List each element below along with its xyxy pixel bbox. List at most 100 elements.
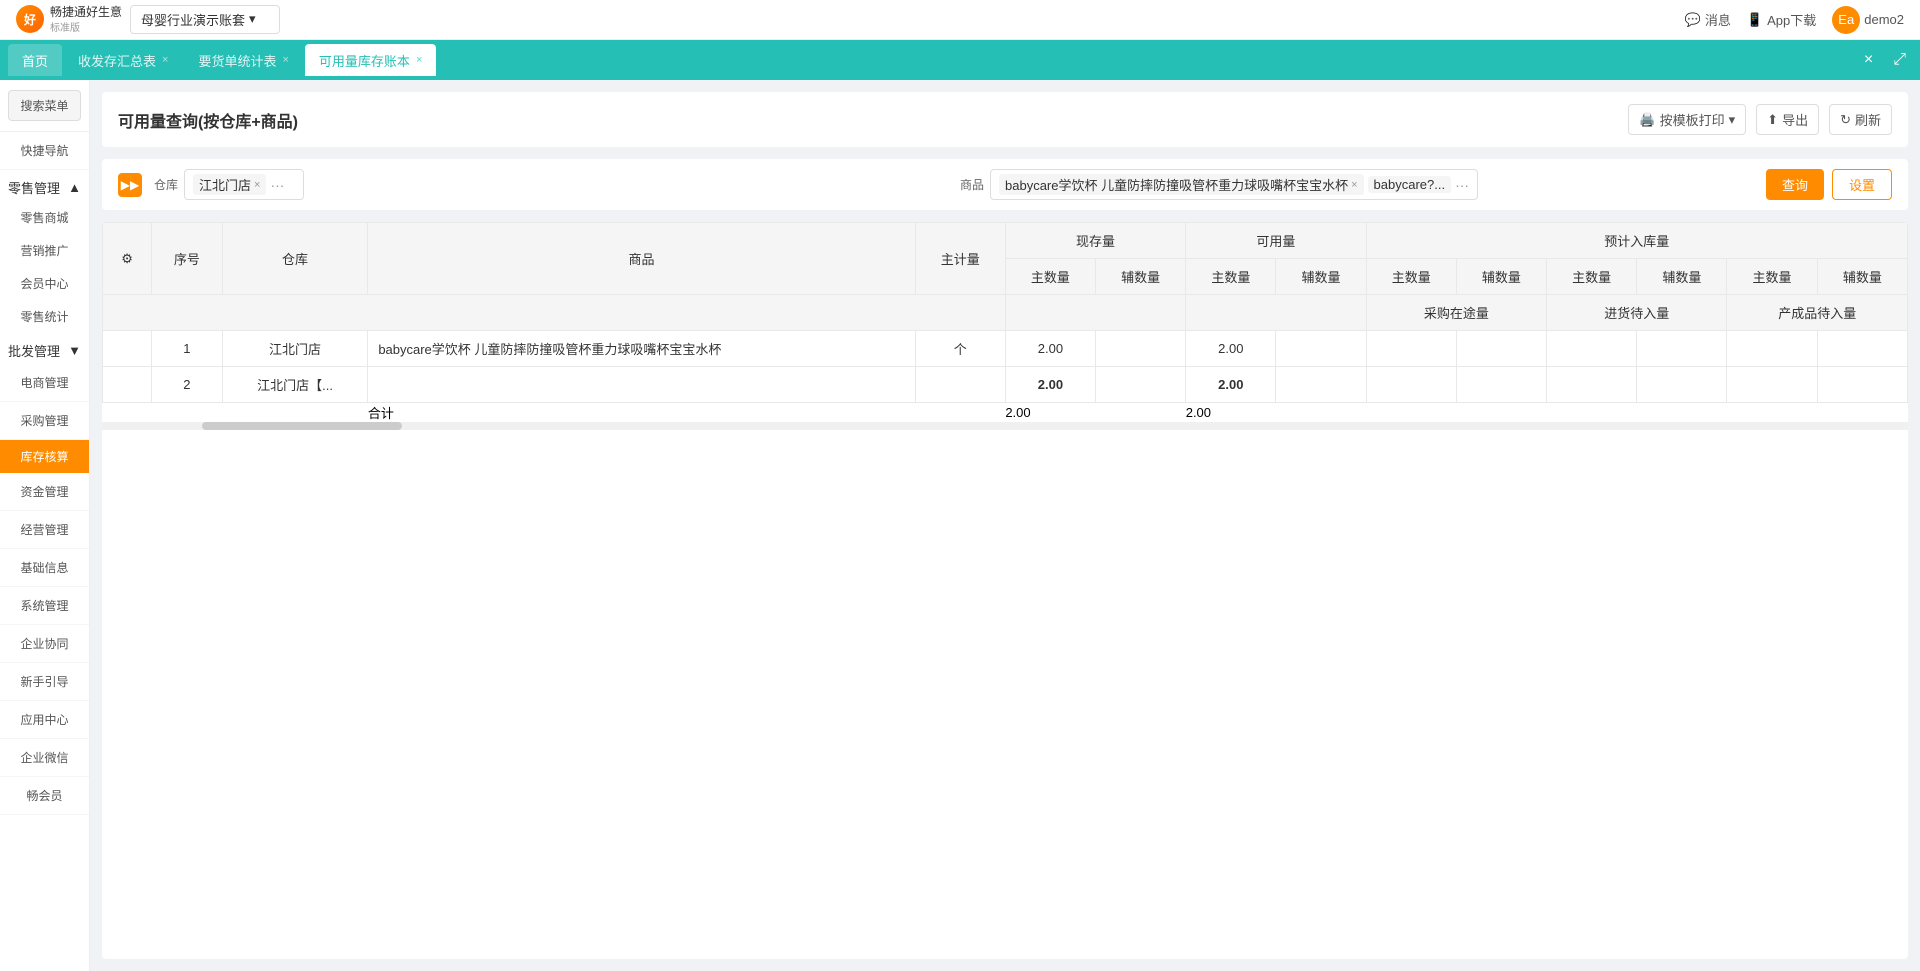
sidebar-item-system[interactable]: 系统管理 <box>0 587 89 625</box>
cell-stock-aux-2 <box>1096 367 1186 403</box>
sidebar-item-finance[interactable]: 资金管理 <box>0 473 89 511</box>
sidebar-item-purchase[interactable]: 采购管理 <box>0 402 89 440</box>
tab-inventory[interactable]: 可用量库存账本 × <box>305 44 436 76</box>
logo-sub: 标准版 <box>50 19 122 34</box>
sidebar-item-ecommerce[interactable]: 电商管理 <box>0 364 89 402</box>
th-product: 商品 <box>368 223 915 295</box>
filter-buttons: 查询 设置 <box>1766 169 1892 200</box>
sidebar-item-retail-mall[interactable]: 零售商城 <box>0 201 89 234</box>
sidebar-section-retail-label: 零售管理 <box>8 178 60 197</box>
user-area[interactable]: Ea demo2 <box>1832 6 1904 34</box>
cell-unit-2 <box>915 367 1005 403</box>
th-sub-stock <box>1005 295 1185 331</box>
top-header: 好 畅捷通好生意 标准版 母婴行业演示账套 ▾ 💬 消息 📱 App下载 Ea … <box>0 0 1920 40</box>
print-label: 按模板打印 <box>1660 110 1725 129</box>
header-right: 💬 消息 📱 App下载 Ea demo2 <box>1685 6 1904 34</box>
app-download-button[interactable]: 📱 App下载 <box>1747 10 1816 29</box>
message-button[interactable]: 💬 消息 <box>1685 10 1731 29</box>
sidebar-item-quick-nav[interactable]: 快捷导航 <box>0 132 89 170</box>
cell-settings <box>103 331 152 367</box>
search-menu-button[interactable]: 搜索菜单 <box>8 90 81 121</box>
export-button[interactable]: ⬆ 导出 <box>1756 104 1819 135</box>
product-tag-1: babycare学饮杯 儿童防摔防撞吸管杯重力球吸嘴杯宝宝水杯 × <box>999 174 1364 195</box>
tab-home[interactable]: 首页 <box>8 44 62 76</box>
warehouse-filter-label: 仓库 <box>154 176 178 193</box>
total-available-main: 2.00 <box>1186 403 1276 423</box>
sidebar-item-member[interactable]: 畅会员 <box>0 777 89 815</box>
sidebar-item-operations[interactable]: 经营管理 <box>0 511 89 549</box>
th-stock-main: 主数量 <box>1005 259 1095 295</box>
cell-index-2: 2 <box>152 367 223 403</box>
refresh-button[interactable]: ↻ 刷新 <box>1829 104 1892 135</box>
filter-warehouse-group: 仓库 江北门店 × ··· <box>154 169 948 200</box>
header-left: 好 畅捷通好生意 标准版 母婴行业演示账套 ▾ <box>16 5 280 34</box>
cell-production-main-2 <box>1727 367 1817 403</box>
page-content: 可用量查询(按仓库+商品) 🖨️ 按模板打印 ▾ ⬆ 导出 ↻ 刷新 <box>90 80 1920 971</box>
industry-label: 母婴行业演示账套 <box>141 10 245 29</box>
sidebar-item-members[interactable]: 会员中心 <box>0 267 89 300</box>
warehouse-tag-text: 江北门店 <box>199 175 251 194</box>
cell-index-1: 1 <box>152 331 223 367</box>
logo-area: 好 畅捷通好生意 标准版 <box>16 5 122 34</box>
cell-purchase-aux-2 <box>1456 367 1546 403</box>
chevron-down-icon: ▾ <box>249 11 256 27</box>
tab-receive[interactable]: 收发存汇总表 × <box>64 44 182 76</box>
tab-purchase[interactable]: 要货单统计表 × <box>184 44 302 76</box>
cell-purchase-main-1 <box>1366 331 1456 367</box>
settings-icon[interactable]: ⚙ <box>121 251 133 266</box>
sidebar-item-basic-info[interactable]: 基础信息 <box>0 549 89 587</box>
total-empty-1 <box>103 403 152 423</box>
table-scrollbar[interactable] <box>102 422 1908 430</box>
product-filter-input[interactable]: babycare学饮杯 儿童防摔防撞吸管杯重力球吸嘴杯宝宝水杯 × babyca… <box>990 169 1478 200</box>
product-more-icon[interactable]: ··· <box>1455 177 1469 193</box>
industry-selector[interactable]: 母婴行业演示账套 ▾ <box>130 5 280 34</box>
table-scroll-thumb[interactable] <box>202 422 402 430</box>
tab-home-label: 首页 <box>22 51 48 70</box>
warehouse-remove-icon[interactable]: × <box>254 179 260 191</box>
th-production-main: 主数量 <box>1727 259 1817 295</box>
cell-product-1: babycare学饮杯 儿童防摔防撞吸管杯重力球吸嘴杯宝宝水杯 <box>368 331 915 367</box>
close-inventory-icon[interactable]: × <box>416 54 422 66</box>
avatar-text: Ea <box>1838 12 1854 27</box>
close-receive-icon[interactable]: × <box>162 54 168 66</box>
total-row: 合计 2.00 2.00 <box>103 403 1908 423</box>
settings-button[interactable]: 设置 <box>1832 169 1892 200</box>
expand-button[interactable]: ⤢ <box>1887 49 1912 71</box>
sidebar-item-app-center[interactable]: 应用中心 <box>0 701 89 739</box>
sidebar-item-marketing[interactable]: 营销推广 <box>0 234 89 267</box>
product-remove-icon[interactable]: × <box>1351 179 1357 191</box>
filter-expand-button[interactable]: ▶▶ <box>118 173 142 197</box>
sidebar-item-enterprise[interactable]: 企业协同 <box>0 625 89 663</box>
table-row: 1 江北门店 babycare学饮杯 儿童防摔防撞吸管杯重力球吸嘴杯宝宝水杯 个… <box>103 331 1908 367</box>
cell-inbound-aux-1 <box>1637 331 1727 367</box>
th-warehouse: 仓库 <box>222 223 368 295</box>
warehouse-filter-input[interactable]: 江北门店 × ··· <box>184 169 304 200</box>
warehouse-more-icon[interactable]: ··· <box>270 177 284 193</box>
sidebar-section-wholesale[interactable]: 批发管理 ▼ <box>0 333 89 364</box>
chevron-down-icon-wholesale: ▼ <box>68 343 81 358</box>
product-tag-1-text: babycare学饮杯 儿童防摔防撞吸管杯重力球吸嘴杯宝宝水杯 <box>1005 175 1348 194</box>
cell-inbound-aux-2 <box>1637 367 1727 403</box>
chevron-down-icon-print: ▾ <box>1729 112 1736 128</box>
query-button[interactable]: 查询 <box>1766 169 1824 200</box>
sidebar-item-retail-stats[interactable]: 零售统计 <box>0 300 89 333</box>
cell-product-2 <box>368 367 915 403</box>
close-purchase-icon[interactable]: × <box>282 54 288 66</box>
th-settings[interactable]: ⚙ <box>103 223 152 295</box>
sidebar-item-inventory[interactable]: 库存核算 <box>0 440 89 473</box>
cell-settings-2 <box>103 367 152 403</box>
close-all-tabs-button[interactable]: × <box>1858 49 1879 71</box>
filter-bar: ▶▶ 仓库 江北门店 × ··· 商品 babycar <box>102 159 1908 210</box>
th-sub-group-empty1 <box>103 295 1006 331</box>
th-stock-aux: 辅数量 <box>1096 259 1186 295</box>
cell-inbound-main-2 <box>1547 367 1637 403</box>
print-button[interactable]: 🖨️ 按模板打印 ▾ <box>1628 104 1746 135</box>
cell-production-main-1 <box>1727 331 1817 367</box>
total-inbound-main <box>1547 403 1637 423</box>
cell-unit-1: 个 <box>915 331 1005 367</box>
sidebar-item-new-guide[interactable]: 新手引导 <box>0 663 89 701</box>
sidebar-item-enterprise-wechat[interactable]: 企业微信 <box>0 739 89 777</box>
th-unit: 主计量 <box>915 223 1005 295</box>
cell-production-aux-1 <box>1817 331 1907 367</box>
sidebar-section-retail[interactable]: 零售管理 ▲ <box>0 170 89 201</box>
